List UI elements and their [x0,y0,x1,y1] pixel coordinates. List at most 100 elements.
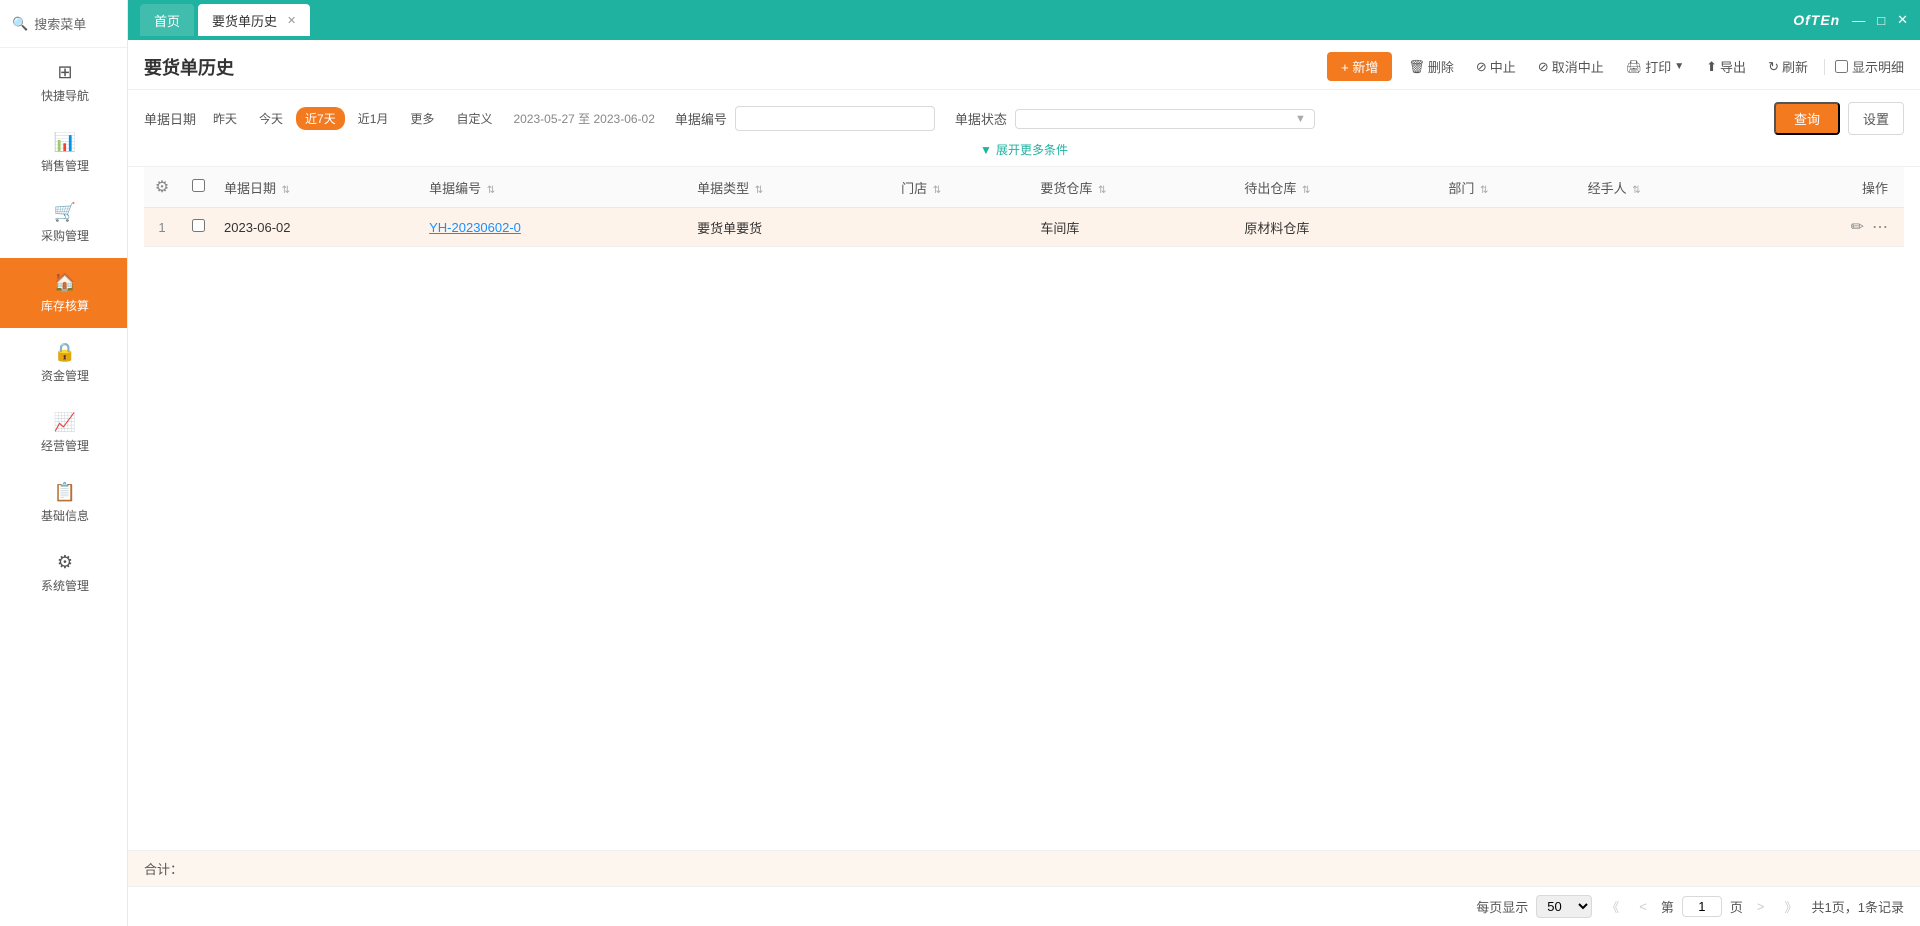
table-header-row: ⚙ 单据日期 ⇅ 单据编号 ⇅ [144,167,1904,208]
query-button[interactable]: 查询 [1774,102,1840,135]
td-operation: ✏ ⋯ [1751,208,1904,247]
page-size-label: 每页显示 [1476,897,1528,916]
first-page-button[interactable]: 《 [1600,895,1625,918]
filter-row-1: 单据日期 昨天 今天 近7天 近1月 更多 自定义 2023-05-27 至 2… [144,102,1904,135]
content: 要货单历史 + 新增 🗑 删除 ⊘ 中止 ⊘ 取消中止 🖨 打印 [128,40,1920,926]
settings-button[interactable]: 设置 [1848,102,1904,135]
date-btn-1month[interactable]: 近1月 [349,107,398,130]
th-pending-warehouse: 待出仓库 ⇅ [1236,167,1440,208]
row-checkbox[interactable] [192,219,205,232]
operation-buttons: ✏ ⋯ [1759,217,1888,237]
sidebar-item-quick-nav[interactable]: ⊞ 快捷导航 [0,48,127,118]
display-detail-checkbox[interactable] [1835,60,1848,73]
search-menu[interactable]: 🔍 搜索菜单 [0,0,127,48]
stop-button[interactable]: ⊘ 中止 [1470,53,1522,80]
date-filter: 单据日期 昨天 今天 近7天 近1月 更多 自定义 2023-05-27 至 2… [144,107,655,130]
th-department: 部门 ⇅ [1440,167,1579,208]
date-filter-label: 单据日期 [144,109,196,128]
status-label: 单据状态 [955,109,1007,128]
page-input[interactable] [1682,896,1722,917]
table-area: ⚙ 单据日期 ⇅ 单据编号 ⇅ [128,167,1920,850]
date-btn-custom[interactable]: 自定义 [447,107,501,130]
page-suffix: 页 [1730,897,1743,916]
td-handler [1580,208,1752,247]
page-size-select[interactable]: 50 10 20 100 [1536,895,1592,918]
date-btn-today[interactable]: 今天 [250,107,292,130]
sort-pending-warehouse-icon[interactable]: ⇅ [1302,185,1310,196]
th-date: 单据日期 ⇅ [216,167,421,208]
date-btn-more[interactable]: 更多 [401,107,443,130]
brand-logo: OfTEn [1793,12,1840,28]
sidebar-item-system[interactable]: ⚙ 系统管理 [0,538,127,608]
main-area: 首页 要货单历史 ✕ OfTEn — □ ✕ 要货单历史 + 新增 🗑 删除 ⊘ [128,0,1920,926]
sort-store-icon[interactable]: ⇅ [933,185,941,196]
page-label: 第 [1661,897,1674,916]
sidebar-item-inventory[interactable]: 🏠 库存核算 [0,258,127,328]
bill-number-filter: 单据编号 [675,106,935,131]
sidebar-item-purchase[interactable]: 🛒 采购管理 [0,188,127,258]
table-row: 1 2023-06-02 YH-20230602-0 要货单要货 [144,208,1904,247]
window-maximize-button[interactable]: □ [1877,13,1885,28]
sort-type-icon[interactable]: ⇅ [755,185,763,196]
expand-more-button[interactable]: ▼ 展开更多条件 [144,141,1904,158]
refresh-button[interactable]: ↻ 刷新 [1762,53,1814,80]
th-type: 单据类型 ⇅ [689,167,893,208]
prev-page-button[interactable]: < [1633,897,1653,916]
next-page-button[interactable]: > [1751,897,1771,916]
sort-handler-icon[interactable]: ⇅ [1632,185,1640,196]
th-operation: 操作 [1751,167,1904,208]
td-date: 2023-06-02 [216,208,421,247]
date-btn-yesterday[interactable]: 昨天 [204,107,246,130]
cancel-stop-icon: ⊘ [1538,59,1549,75]
sales-icon: 📊 [54,132,76,153]
select-all-checkbox[interactable] [192,179,205,192]
sidebar-item-basic[interactable]: 📋 基础信息 [0,468,127,538]
main-table: ⚙ 单据日期 ⇅ 单据编号 ⇅ [144,167,1904,247]
delete-button[interactable]: 🗑 删除 [1402,53,1460,80]
th-req-warehouse: 要货仓库 ⇅ [1032,167,1236,208]
row-more-button[interactable]: ⋯ [1872,217,1888,237]
sort-number-icon[interactable]: ⇅ [487,185,495,196]
date-btn-7days[interactable]: 近7天 [296,107,345,130]
print-dropdown-icon: ▼ [1674,61,1684,72]
table-settings-icon[interactable]: ⚙ [155,179,169,196]
window-close-button[interactable]: ✕ [1897,12,1908,28]
basic-icon: 📋 [54,482,76,503]
topbar: 首页 要货单历史 ✕ OfTEn — □ ✕ [128,0,1920,40]
sort-department-icon[interactable]: ⇅ [1480,185,1488,196]
sidebar-item-sales[interactable]: 📊 销售管理 [0,118,127,188]
sidebar-item-finance[interactable]: 🔒 资金管理 [0,328,127,398]
sort-req-warehouse-icon[interactable]: ⇅ [1098,185,1106,196]
cancel-stop-button[interactable]: ⊘ 取消中止 [1532,53,1610,80]
row-edit-button[interactable]: ✏ [1851,217,1864,237]
td-checkbox [180,208,216,247]
sort-date-icon[interactable]: ⇅ [282,185,290,196]
tab-close-button[interactable]: ✕ [287,14,296,27]
export-icon: ⬆ [1706,59,1717,75]
footer-total-label: 合计： [144,859,183,878]
toolbar: + 新增 🗑 删除 ⊘ 中止 ⊘ 取消中止 🖨 打印 ▼ [1327,52,1904,81]
purchase-icon: 🛒 [54,202,76,223]
sidebar-item-operations[interactable]: 📈 经营管理 [0,398,127,468]
last-page-button[interactable]: 》 [1779,895,1804,918]
chevron-down-icon: ▼ [1295,113,1306,125]
window-minimize-button[interactable]: — [1852,13,1865,28]
bill-number-input[interactable] [735,106,935,131]
inventory-icon: 🏠 [54,272,76,293]
print-button[interactable]: 🖨 打印 ▼ [1620,53,1690,80]
status-select[interactable]: ▼ [1015,109,1315,129]
new-button[interactable]: + 新增 [1327,52,1392,81]
delete-icon: 🗑 [1408,59,1425,75]
th-settings: ⚙ [144,167,180,208]
tab-home[interactable]: 首页 [140,4,194,36]
export-button[interactable]: ⬆ 导出 [1700,53,1752,80]
display-detail-toggle[interactable]: 显示明细 [1835,57,1904,76]
th-checkbox [180,167,216,208]
pagination: 每页显示 50 10 20 100 《 < 第 页 > 》 共1页，1条记录 [128,886,1920,926]
quick-nav-icon: ⊞ [57,62,72,83]
date-buttons: 昨天 今天 近7天 近1月 更多 自定义 [204,107,501,130]
tab-history[interactable]: 要货单历史 ✕ [198,4,310,36]
td-number[interactable]: YH-20230602-0 [421,208,689,247]
stop-icon: ⊘ [1476,59,1487,75]
td-department [1440,208,1579,247]
